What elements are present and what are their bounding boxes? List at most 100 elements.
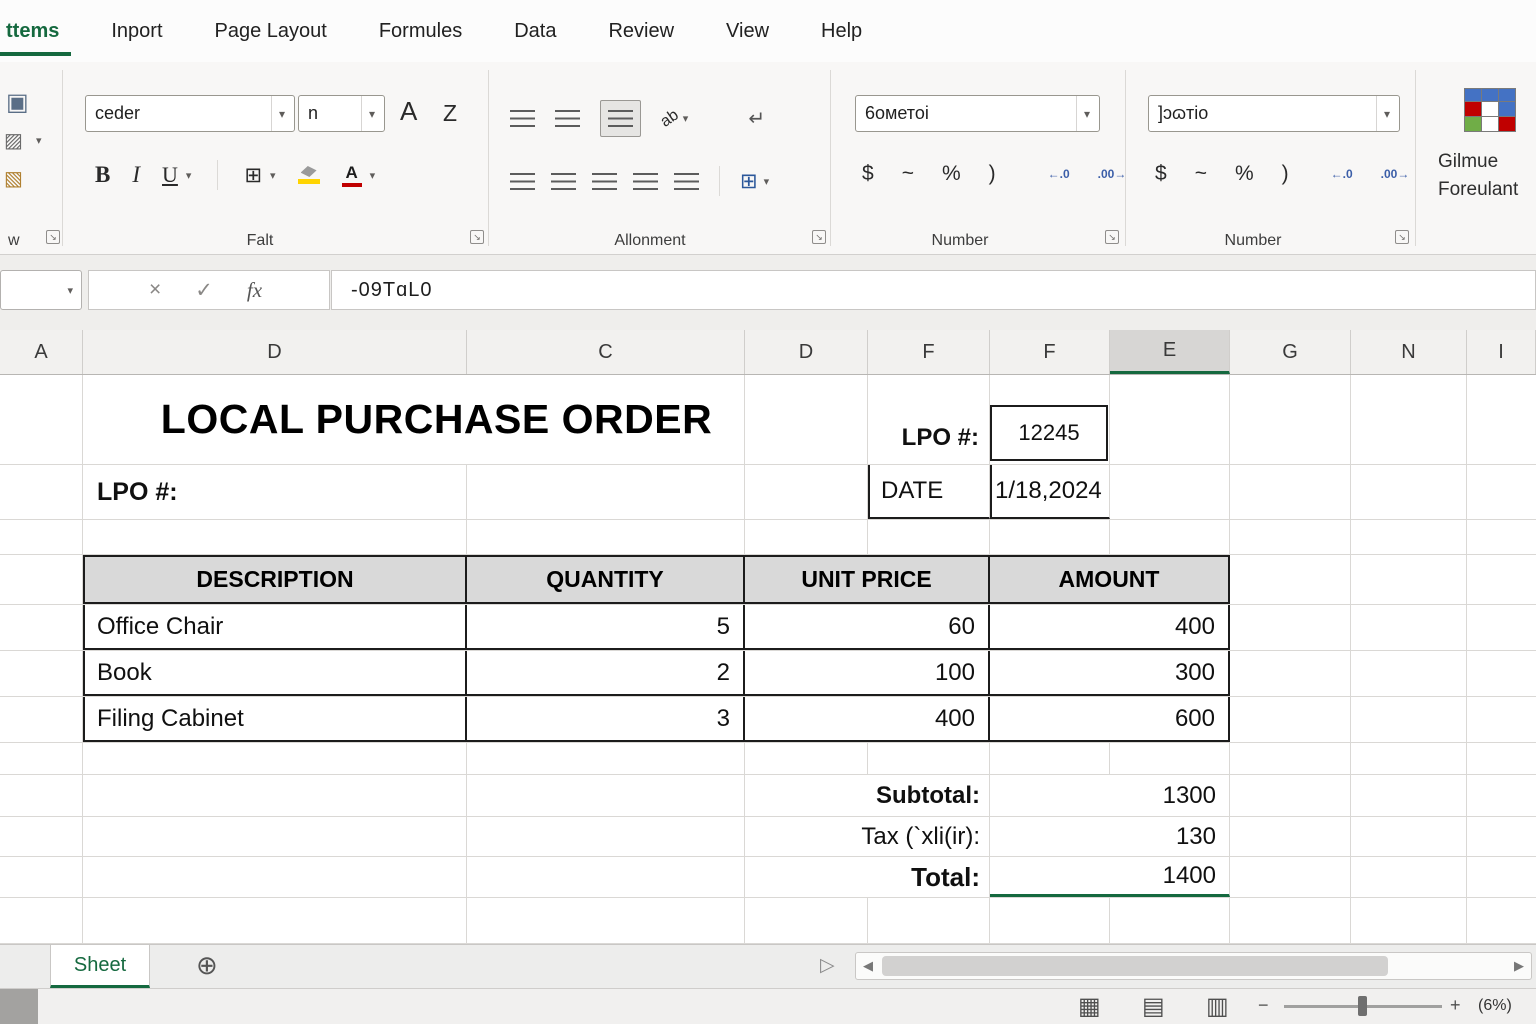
cell-quantity-2[interactable]: 3 (467, 697, 745, 742)
cell[interactable] (0, 555, 83, 604)
underline-button[interactable]: U (162, 162, 178, 188)
font-size-combobox[interactable]: n ▾ (298, 95, 385, 132)
zoom-out-icon[interactable]: − (1258, 995, 1269, 1016)
cell[interactable] (0, 775, 83, 816)
cell[interactable] (467, 817, 745, 856)
menu-tab-formulas[interactable]: Formules (379, 20, 462, 43)
add-sheet-icon[interactable]: ⊕ (196, 950, 218, 981)
cell[interactable] (0, 375, 83, 464)
paste-options-icon[interactable]: ▨ (4, 128, 23, 153)
cell[interactable] (1467, 651, 1536, 696)
cell[interactable] (1467, 555, 1536, 604)
cell-unit-price-1[interactable]: 100 (745, 651, 990, 696)
cell-lpo-number-label[interactable]: LPO #: (868, 375, 990, 464)
cell[interactable] (0, 898, 83, 943)
cell[interactable] (0, 651, 83, 696)
decrease-indent-icon[interactable] (633, 172, 658, 190)
cell-header-description[interactable]: DESCRIPTION (83, 555, 467, 604)
conditional-formatting-icon[interactable] (1464, 88, 1516, 132)
column-header-5[interactable]: F (990, 330, 1110, 374)
cell-unit-price-2[interactable]: 400 (745, 697, 990, 742)
align-top-icon[interactable] (510, 110, 535, 127)
cell[interactable] (1230, 555, 1351, 604)
cell-header-unit-price[interactable]: UNIT PRICE (745, 555, 990, 604)
increase-decimal-icon[interactable]: ←.0 (1048, 167, 1070, 181)
menu-tab-page-layout[interactable]: Page Layout (215, 20, 327, 43)
cell[interactable] (1351, 555, 1467, 604)
column-header-2[interactable]: C (467, 330, 745, 374)
cell-header-quantity[interactable]: QUANTITY (467, 555, 745, 604)
menu-tab-view[interactable]: View (726, 20, 769, 43)
underline-dropdown-icon[interactable]: ▾ (186, 169, 192, 182)
align-left-icon[interactable] (510, 172, 535, 190)
font-color-button[interactable]: A (341, 164, 362, 187)
insert-function-icon[interactable]: fx (247, 278, 262, 303)
increase-decimal-icon-2[interactable]: ←.0 (1331, 167, 1353, 181)
cancel-icon[interactable]: × (149, 278, 161, 302)
cell[interactable] (0, 817, 83, 856)
cell-date-value[interactable]: 1/18,2024 (990, 465, 1110, 519)
cell-quantity-0[interactable]: 5 (467, 605, 745, 650)
cell[interactable] (1230, 651, 1351, 696)
cell[interactable] (1110, 375, 1230, 464)
decrease-decimal-icon-2[interactable]: .00→ (1381, 167, 1410, 181)
cell-lpo-label-2[interactable]: LPO #: (83, 465, 467, 519)
cell[interactable] (745, 898, 868, 943)
format-painter-icon[interactable]: ▧ (4, 166, 23, 191)
cell[interactable] (1351, 520, 1467, 554)
chevron-down-icon[interactable]: ▾ (360, 96, 375, 131)
scroll-right-icon[interactable]: ▶ (1514, 958, 1524, 974)
cell[interactable]: 12245 (990, 375, 1110, 464)
cell[interactable] (1467, 898, 1536, 943)
cell-subtotal-value[interactable]: 1300 (990, 775, 1230, 816)
cell[interactable] (1230, 775, 1351, 816)
page-layout-view-icon[interactable]: ▤ (1142, 992, 1165, 1021)
cell[interactable] (990, 743, 1110, 774)
cell[interactable] (1230, 898, 1351, 943)
align-center-icon[interactable] (551, 172, 576, 190)
orientation-button[interactable]: ab ▾ (657, 106, 688, 130)
cell[interactable] (745, 520, 868, 554)
column-header-8[interactable]: N (1351, 330, 1467, 374)
column-header-7[interactable]: G (1230, 330, 1351, 374)
number-format-combobox[interactable]: 6ометоі ▾ (855, 95, 1100, 132)
cell[interactable] (1230, 743, 1351, 774)
cell[interactable] (1351, 375, 1467, 464)
cell[interactable] (83, 775, 467, 816)
cell[interactable] (1351, 743, 1467, 774)
cell-date-label[interactable]: DATE (868, 465, 990, 519)
cell[interactable] (0, 520, 83, 554)
cell[interactable] (0, 605, 83, 650)
cell[interactable] (1351, 817, 1467, 856)
cell[interactable] (83, 520, 467, 554)
cell[interactable] (1467, 465, 1536, 519)
cell[interactable] (868, 520, 990, 554)
borders-dropdown-icon[interactable]: ▾ (270, 169, 276, 182)
enter-icon[interactable]: ✓ (195, 278, 213, 303)
cell[interactable] (467, 898, 745, 943)
cell-description-1[interactable]: Book (83, 651, 467, 696)
sheet-nav-icon[interactable]: ▷ (820, 954, 835, 977)
chevron-down-icon[interactable]: ▾ (270, 96, 285, 131)
cell[interactable] (745, 465, 868, 519)
cell-tax-label[interactable]: Tax (`xli(ir): (745, 817, 990, 856)
cell[interactable] (868, 898, 990, 943)
cell[interactable] (1467, 743, 1536, 774)
cell[interactable] (1110, 743, 1230, 774)
cell-amount-0[interactable]: 400 (990, 605, 1230, 650)
scroll-left-icon[interactable]: ◀ (863, 958, 873, 974)
bold-button[interactable]: B (95, 162, 110, 188)
font-dialog-launcher[interactable]: ↘ (470, 230, 484, 244)
cell[interactable] (1467, 857, 1536, 897)
cell[interactable] (868, 743, 990, 774)
cell[interactable] (1351, 465, 1467, 519)
wrap-text-icon[interactable]: ↵ (748, 106, 765, 131)
cell[interactable] (83, 898, 467, 943)
cell[interactable] (745, 743, 868, 774)
menu-tab-review[interactable]: Review (608, 20, 674, 43)
grow-font-button[interactable]: A (400, 96, 417, 127)
cell[interactable] (467, 857, 745, 897)
merge-dropdown-icon[interactable]: ▾ (764, 175, 770, 188)
cell-unit-price-0[interactable]: 60 (745, 605, 990, 650)
cell[interactable] (83, 743, 467, 774)
